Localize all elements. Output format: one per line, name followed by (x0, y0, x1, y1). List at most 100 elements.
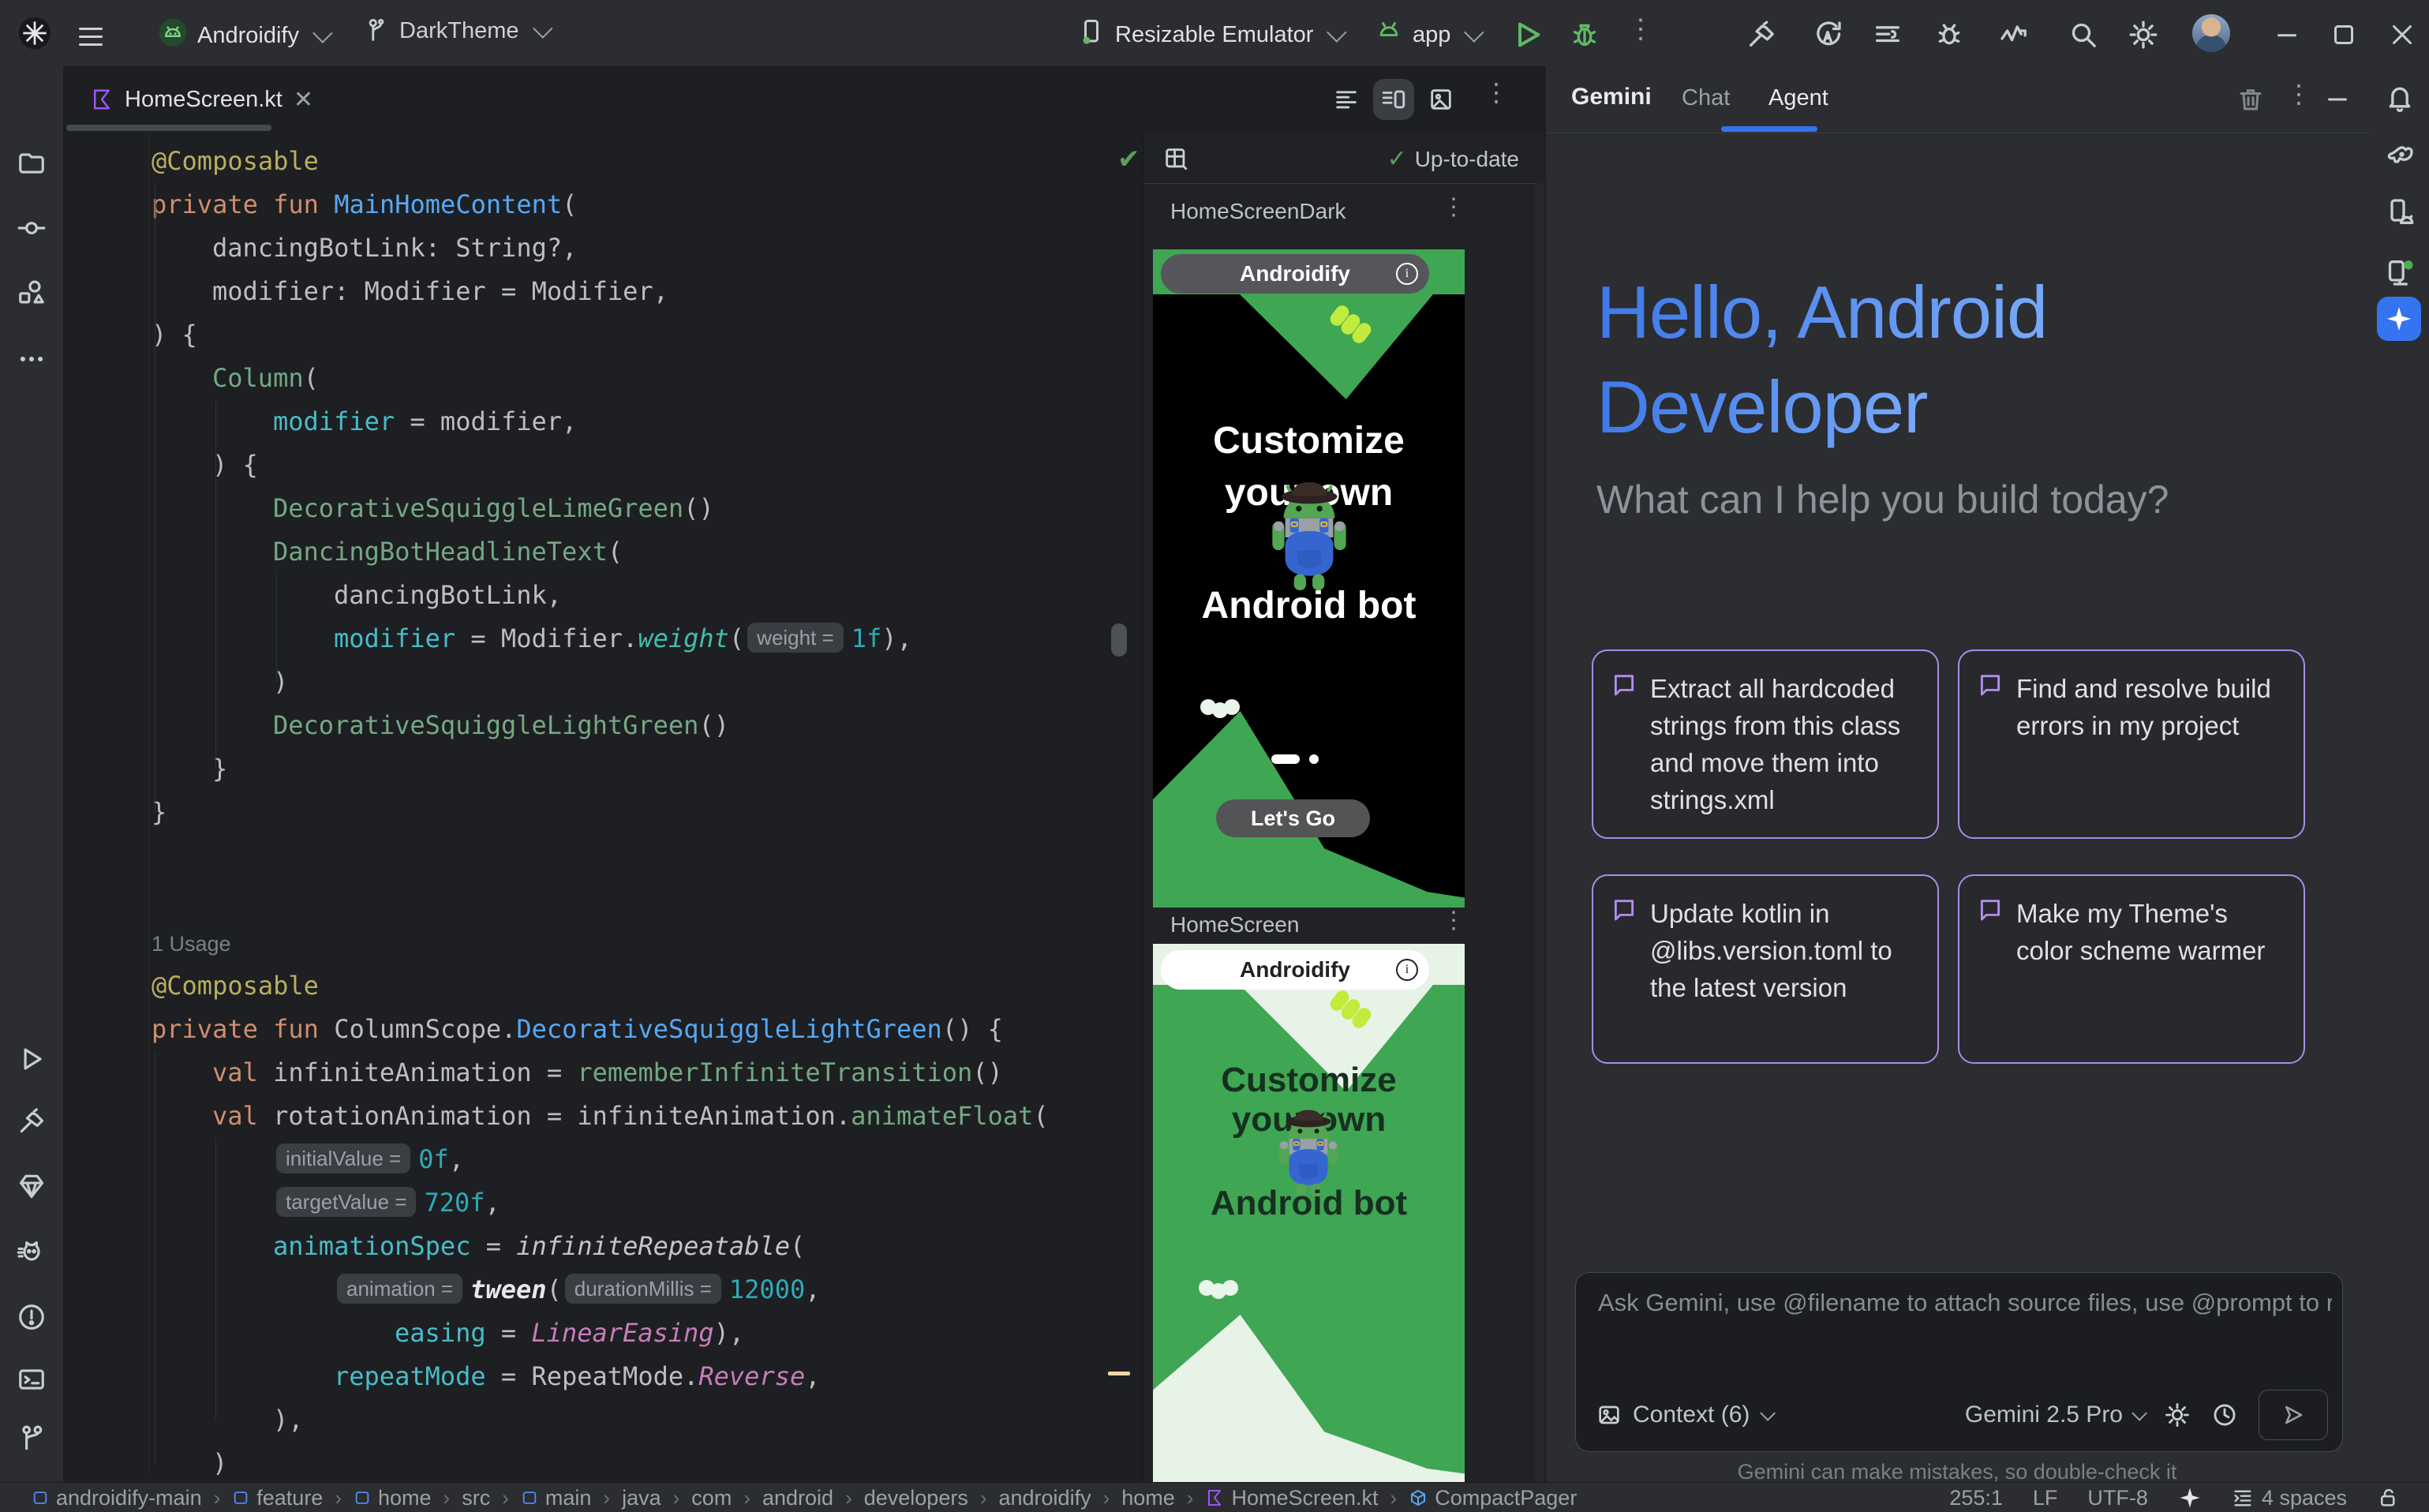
code-line[interactable]: } (63, 747, 1143, 791)
code-line[interactable]: initialValue =0f, (63, 1138, 1143, 1181)
tab-scrollbar[interactable] (66, 125, 271, 131)
code-line[interactable]: val infiniteAnimation = rememberInfinite… (63, 1051, 1143, 1095)
logcat-tool-icon[interactable] (17, 1238, 47, 1268)
breadcrumb-item[interactable]: home (354, 1486, 432, 1510)
more-actions-icon[interactable]: ⋮ (1627, 24, 1654, 35)
code-line[interactable]: ), (63, 1398, 1143, 1442)
problems-tool-icon[interactable] (17, 1302, 47, 1332)
preview-homescreendark[interactable]: Androidify i Customize your own (1153, 249, 1465, 908)
view-split-button[interactable] (1373, 79, 1414, 120)
app-quality-insights-icon[interactable] (17, 1171, 47, 1201)
gemini-settings-icon[interactable] (2164, 1402, 2191, 1428)
caret-position[interactable]: 255:1 (1949, 1486, 2003, 1510)
encoding[interactable]: UTF-8 (2087, 1486, 2148, 1510)
settings-gear-icon[interactable] (2128, 19, 2159, 54)
project-tool-icon[interactable] (17, 148, 47, 178)
code-line[interactable]: dancingBotLink, (63, 574, 1143, 617)
gemini-suggestion-card[interactable]: Find and resolve build errors in my proj… (1958, 649, 2305, 839)
breadcrumb-item[interactable]: java (622, 1486, 661, 1510)
code-line[interactable]: 1 Usage (63, 921, 1143, 964)
avatar[interactable] (2192, 14, 2230, 52)
lock-icon[interactable] (2377, 1486, 2401, 1510)
breadcrumb-item[interactable]: main (521, 1486, 592, 1510)
project-selector[interactable]: Androidify (158, 17, 327, 54)
run-config-selector[interactable]: app (1375, 17, 1479, 52)
notifications-bell-icon[interactable] (2384, 82, 2414, 112)
breadcrumb-item[interactable]: src (462, 1486, 490, 1510)
send-button[interactable] (2259, 1390, 2328, 1440)
code-line[interactable] (63, 878, 1143, 921)
gemini-suggestion-card[interactable]: Make my Theme's color scheme warmer (1958, 874, 2305, 1064)
tab-homescreen-kt[interactable]: HomeScreen.kt ✕ (82, 66, 321, 133)
code-line[interactable]: DecorativeSquiggleLightGreen() (63, 704, 1143, 747)
view-code-button[interactable] (1326, 79, 1367, 120)
tab-chat[interactable]: Chat (1682, 85, 1730, 111)
code-line[interactable]: ) (63, 1442, 1143, 1482)
gemini-suggestion-card[interactable]: Extract all hardcoded strings from this … (1592, 649, 1939, 839)
info-icon[interactable]: i (1396, 959, 1418, 981)
build-button[interactable] (1746, 19, 1777, 54)
preview-more-icon[interactable]: ⋮ (1442, 915, 1465, 926)
code-line[interactable]: Column( (63, 357, 1143, 400)
gemini-input[interactable]: Ask Gemini, use @filename to attach sour… (1575, 1272, 2343, 1452)
code-line[interactable]: DecorativeSquiggleLimeGreen() (63, 487, 1143, 530)
code-line[interactable]: easing = LinearEasing), (63, 1312, 1143, 1355)
code-line[interactable]: DancingBotHeadlineText( (63, 530, 1143, 574)
code-line[interactable]: dancingBotLink: String?, (63, 226, 1143, 270)
breadcrumb-item[interactable]: developers (864, 1486, 968, 1510)
maximize-button[interactable] (2330, 21, 2358, 53)
search-icon[interactable] (2068, 19, 2099, 54)
breadcrumb-item[interactable]: androidify-main (32, 1486, 202, 1510)
breadcrumb-item[interactable]: com (691, 1486, 732, 1510)
app-inspection-button[interactable] (1933, 19, 1965, 54)
code-line[interactable]: animation =tween(durationMillis =12000, (63, 1268, 1143, 1312)
line-separator[interactable]: LF (2033, 1486, 2058, 1510)
code-line[interactable]: private fun MainHomeContent( (63, 183, 1143, 226)
context-dropdown[interactable]: Context (6) (1596, 1402, 1772, 1428)
code-line[interactable]: modifier = Modifier.weight(weight =1f), (63, 617, 1143, 661)
code-line[interactable]: ) { (63, 443, 1143, 487)
code-line[interactable]: @Composable (63, 964, 1143, 1008)
code-line[interactable]: animationSpec = infiniteRepeatable( (63, 1225, 1143, 1268)
main-menu-icon[interactable] (79, 22, 103, 51)
gemini-suggestion-card[interactable]: Update kotlin in @libs.version.toml to t… (1592, 874, 1939, 1064)
delete-conversation-icon[interactable] (2236, 85, 2265, 118)
device-manager-icon[interactable] (2384, 196, 2414, 226)
spark-icon[interactable] (2178, 1486, 2202, 1510)
code-line[interactable]: ) { (63, 313, 1143, 357)
logcat-button[interactable] (1872, 19, 1903, 54)
info-icon[interactable]: i (1396, 263, 1418, 285)
commit-tool-icon[interactable] (17, 213, 47, 243)
profiler-button[interactable] (1998, 19, 2030, 54)
hide-panel-icon[interactable] (2323, 85, 2352, 118)
gradle-tool-icon[interactable] (2384, 141, 2414, 171)
build-tool-icon[interactable] (17, 1106, 47, 1136)
more-tool-windows-icon[interactable] (17, 344, 47, 374)
close-button[interactable] (2388, 21, 2416, 53)
layout-grid-icon[interactable] (1162, 145, 1189, 172)
code-line[interactable]: private fun ColumnScope.DecorativeSquigg… (63, 1008, 1143, 1051)
code-line[interactable]: } (63, 791, 1143, 834)
minimize-button[interactable] (2273, 21, 2301, 53)
code-line[interactable]: @Composable (63, 140, 1143, 183)
code-line[interactable]: repeatMode = RepeatMode.Reverse, (63, 1355, 1143, 1398)
tab-close-icon[interactable]: ✕ (294, 86, 313, 114)
terminal-tool-icon[interactable] (17, 1364, 47, 1394)
code-line[interactable]: ) (63, 661, 1143, 704)
preview-more-icon[interactable]: ⋮ (1442, 202, 1465, 213)
code-line[interactable] (63, 834, 1143, 878)
debug-button[interactable] (1569, 19, 1600, 54)
breadcrumb-item[interactable]: androidify (999, 1486, 1091, 1510)
code-line[interactable]: val rotationAnimation = infiniteAnimatio… (63, 1095, 1143, 1138)
code-editor[interactable]: @Composableprivate fun MainHomeContent(d… (63, 133, 1143, 1482)
code-line[interactable]: targetValue =720f, (63, 1181, 1143, 1225)
version-control-tool-icon[interactable] (17, 1424, 47, 1454)
code-line[interactable]: modifier: Modifier = Modifier, (63, 270, 1143, 313)
device-selector[interactable]: Resizable Emulator (1077, 17, 1342, 52)
editor-scrollbar[interactable] (1111, 623, 1127, 657)
running-devices-icon[interactable] (2384, 256, 2414, 286)
breadcrumb-item[interactable]: HomeScreen.kt (1205, 1486, 1378, 1510)
run-tool-icon[interactable] (17, 1044, 47, 1074)
preview-homescreen[interactable]: Androidify i Customize your own (1153, 944, 1465, 1482)
gemini-tool-icon[interactable] (2377, 297, 2421, 341)
